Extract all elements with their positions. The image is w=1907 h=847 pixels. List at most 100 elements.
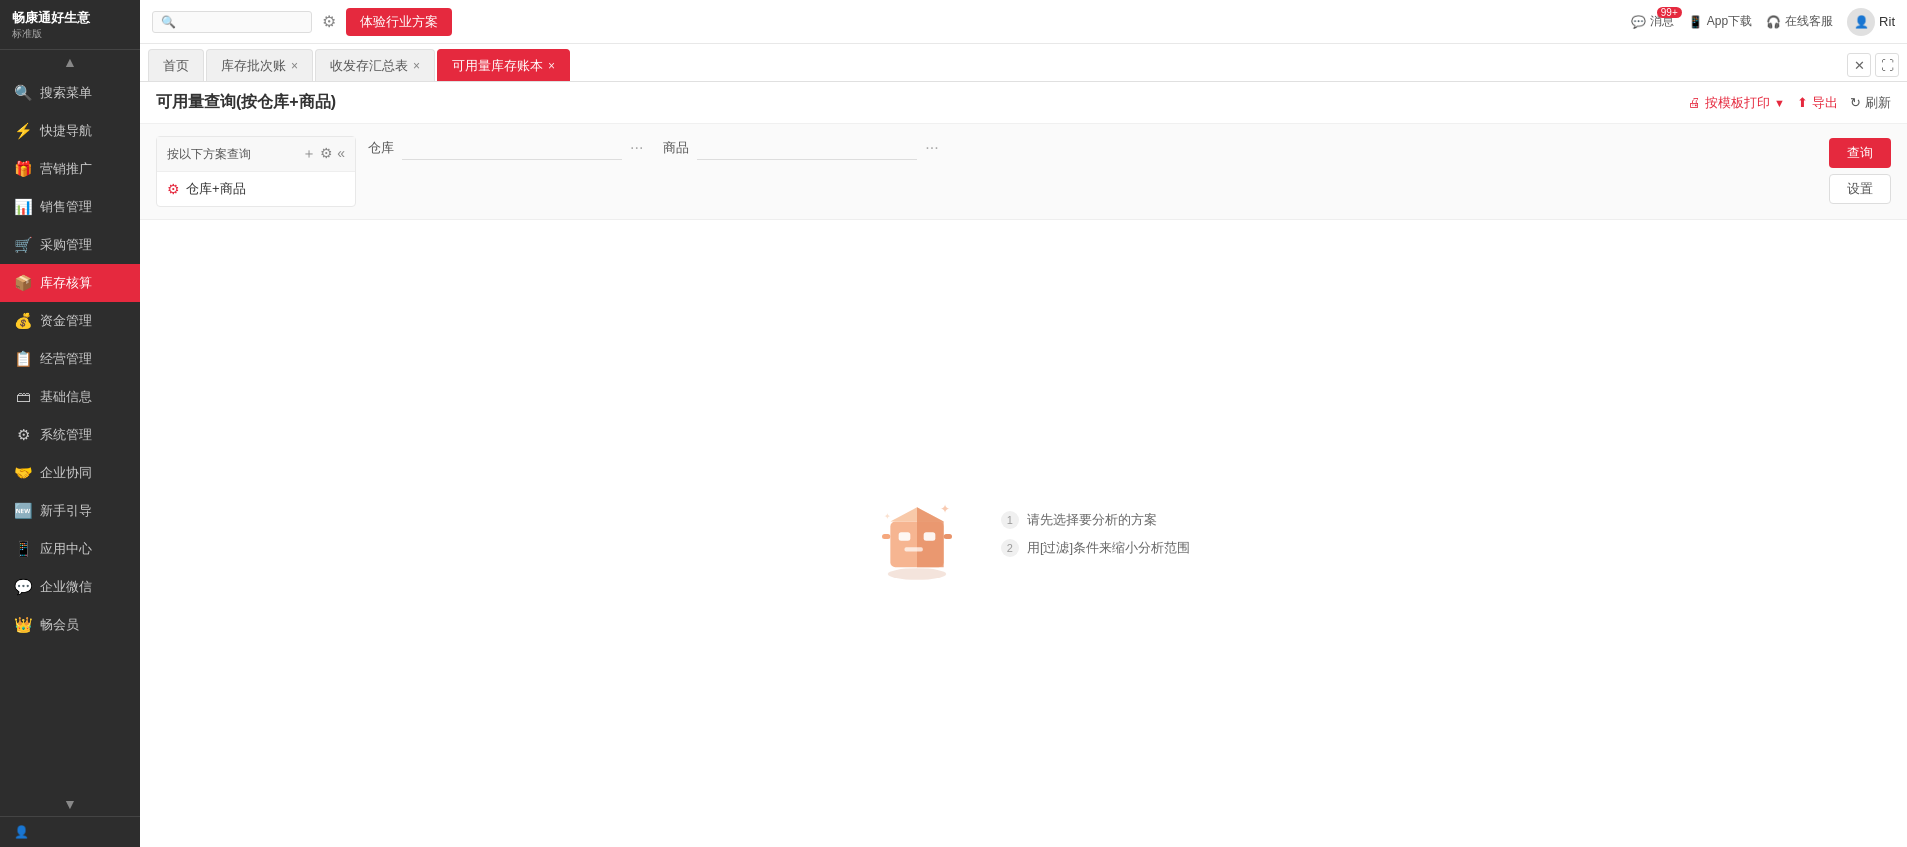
empty-state: ✦ ✦ 1 请先选择要分析的方案 2 用[过滤]条件来缩小分析范围 [140,220,1907,847]
empty-tips: 1 请先选择要分析的方案 2 用[过滤]条件来缩小分析范围 [1001,511,1190,557]
sidebar-item-purchase[interactable]: 🛒 采购管理 [0,226,140,264]
topbar-search-input[interactable] [180,15,300,29]
online-service-button[interactable]: 🎧 在线客服 [1766,13,1833,30]
query-button[interactable]: 查询 [1829,138,1891,168]
search-icon: 🔍 [161,15,176,29]
chevron-down-icon: ▼ [1774,97,1785,109]
industry-btn[interactable]: 体验行业方案 [346,8,452,36]
tab-summary[interactable]: 收发存汇总表 × [315,49,435,81]
product-input[interactable] [697,136,917,160]
tab-home[interactable]: 首页 [148,49,204,81]
page-header: 可用量查询(按仓库+商品) 🖨 按模板打印 ▼ ⬆ 导出 ↻ 刷新 [140,82,1907,124]
refresh-label: 刷新 [1865,94,1891,112]
system-icon: ⚙ [14,426,32,444]
settings-scheme-btn[interactable]: ⚙ [320,145,333,163]
sidebar-item-member[interactable]: 👑 畅会员 [0,606,140,644]
add-scheme-btn[interactable]: ＋ [302,145,316,163]
tab-label: 库存批次账 [221,57,286,75]
tip-num-2: 2 [1001,539,1019,557]
sidebar-item-inventory[interactable]: 📦 库存核算 [0,264,140,302]
product-label: 商品 [663,139,689,157]
app-version: 标准版 [12,27,128,41]
filter-scheme-panel: 按以下方案查询 ＋ ⚙ « ⚙ 仓库+商品 [156,136,356,207]
sidebar-item-enterprise[interactable]: 🤝 企业协同 [0,454,140,492]
sidebar-item-operation[interactable]: 📋 经营管理 [0,340,140,378]
tab-close-batch[interactable]: × [291,59,298,73]
sidebar-item-system[interactable]: ⚙ 系统管理 [0,416,140,454]
action-buttons: 查询 设置 [1829,136,1891,207]
sidebar-item-label: 新手引导 [40,502,92,520]
sidebar-item-basic[interactable]: 🗃 基础信息 [0,378,140,416]
svg-rect-8 [944,534,952,539]
filter-row-1: 仓库 ··· 商品 ··· [368,136,1817,160]
sidebar: 畅康通好生意 标准版 ▲ 🔍 搜索菜单 ⚡ 快捷导航 🎁 营销推广 📊 销售管理… [0,0,140,847]
app-download-label: App下载 [1707,13,1752,30]
marketing-icon: 🎁 [14,160,32,178]
topbar-search-box[interactable]: 🔍 [152,11,312,33]
warehouse-input[interactable] [402,136,622,160]
settings-button[interactable]: 设置 [1829,174,1891,204]
user-menu[interactable]: 👤 Rit [1847,8,1895,36]
avatar-icon: 👤 [1854,15,1869,29]
scheme-title: 按以下方案查询 [167,146,251,163]
sidebar-item-guide[interactable]: 🆕 新手引导 [0,492,140,530]
sidebar-item-label: 经营管理 [40,350,92,368]
svg-rect-5 [924,532,936,540]
sidebar-item-search[interactable]: 🔍 搜索菜单 [0,74,140,112]
sidebar-item-sales[interactable]: 📊 销售管理 [0,188,140,226]
tabbar: 首页 库存批次账 × 收发存汇总表 × 可用量库存账本 × ✕ ⛶ [140,44,1907,82]
tab-close-available[interactable]: × [548,59,555,73]
topbar: 🔍 ⚙ 体验行业方案 💬 消息 99+ 📱 App下载 🎧 在线客服 [140,0,1907,44]
app-download-button[interactable]: 📱 App下载 [1688,13,1752,30]
warehouse-label: 仓库 [368,139,394,157]
online-service-label: 在线客服 [1785,13,1833,30]
sidebar-scroll-up[interactable]: ▲ [0,50,140,74]
print-btn[interactable]: 🖨 按模板打印 ▼ [1688,94,1785,112]
scheme-item-warehouse-product[interactable]: ⚙ 仓库+商品 [157,172,355,206]
gear-icon[interactable]: ⚙ [318,8,340,35]
sidebar-item-shortcut[interactable]: ⚡ 快捷导航 [0,112,140,150]
scroll-up-icon[interactable]: ▲ [63,54,77,70]
tab-batch[interactable]: 库存批次账 × [206,49,313,81]
filter-fields: 仓库 ··· 商品 ··· [368,136,1817,207]
sidebar-item-label: 快捷导航 [40,122,92,140]
sidebar-nav: 🔍 搜索菜单 ⚡ 快捷导航 🎁 营销推广 📊 销售管理 🛒 采购管理 📦 库存核… [0,74,140,792]
tab-close-all-button[interactable]: ✕ [1847,53,1871,77]
page-header-actions: 🖨 按模板打印 ▼ ⬆ 导出 ↻ 刷新 [1688,94,1891,112]
filter-scheme-header: 按以下方案查询 ＋ ⚙ « [157,137,355,172]
print-icon: 🖨 [1688,95,1701,110]
purchase-icon: 🛒 [14,236,32,254]
sidebar-item-finance[interactable]: 💰 资金管理 [0,302,140,340]
sales-icon: 📊 [14,198,32,216]
collapse-btn[interactable]: « [337,145,345,163]
scroll-down-icon[interactable]: ▼ [63,796,77,812]
tab-label: 首页 [163,57,189,75]
username-label: Rit [1879,14,1895,29]
sidebar-scroll-down[interactable]: ▼ [0,792,140,816]
scheme-item-label: 仓库+商品 [186,180,246,198]
tab-close-summary[interactable]: × [413,59,420,73]
product-field: 商品 ··· [663,136,938,160]
sidebar-item-wechat[interactable]: 💬 企业微信 [0,568,140,606]
tab-available[interactable]: 可用量库存账本 × [437,49,570,81]
sidebar-item-apps[interactable]: 📱 应用中心 [0,530,140,568]
product-dots-btn[interactable]: ··· [925,139,938,157]
tip-num-1: 1 [1001,511,1019,529]
warehouse-dots-btn[interactable]: ··· [630,139,643,157]
empty-tip-1: 1 请先选择要分析的方案 [1001,511,1190,529]
tab-fullscreen-button[interactable]: ⛶ [1875,53,1899,77]
enterprise-icon: 🤝 [14,464,32,482]
sidebar-item-label: 库存核算 [40,274,92,292]
sidebar-item-label: 畅会员 [40,616,79,634]
empty-icon-wrap: ✦ ✦ [857,474,977,594]
export-btn[interactable]: ⬆ 导出 [1797,94,1838,112]
topbar-right: 💬 消息 99+ 📱 App下载 🎧 在线客服 👤 Rit [1631,8,1895,36]
sidebar-item-marketing[interactable]: 🎁 营销推广 [0,150,140,188]
sidebar-item-label: 营销推广 [40,160,92,178]
refresh-btn[interactable]: ↻ 刷新 [1850,94,1891,112]
sidebar-bottom[interactable]: 👤 [0,816,140,847]
message-icon: 💬 [1631,15,1646,29]
print-label: 按模板打印 [1705,94,1770,112]
sidebar-bottom-icon: 👤 [14,825,29,839]
message-button[interactable]: 💬 消息 99+ [1631,13,1674,30]
